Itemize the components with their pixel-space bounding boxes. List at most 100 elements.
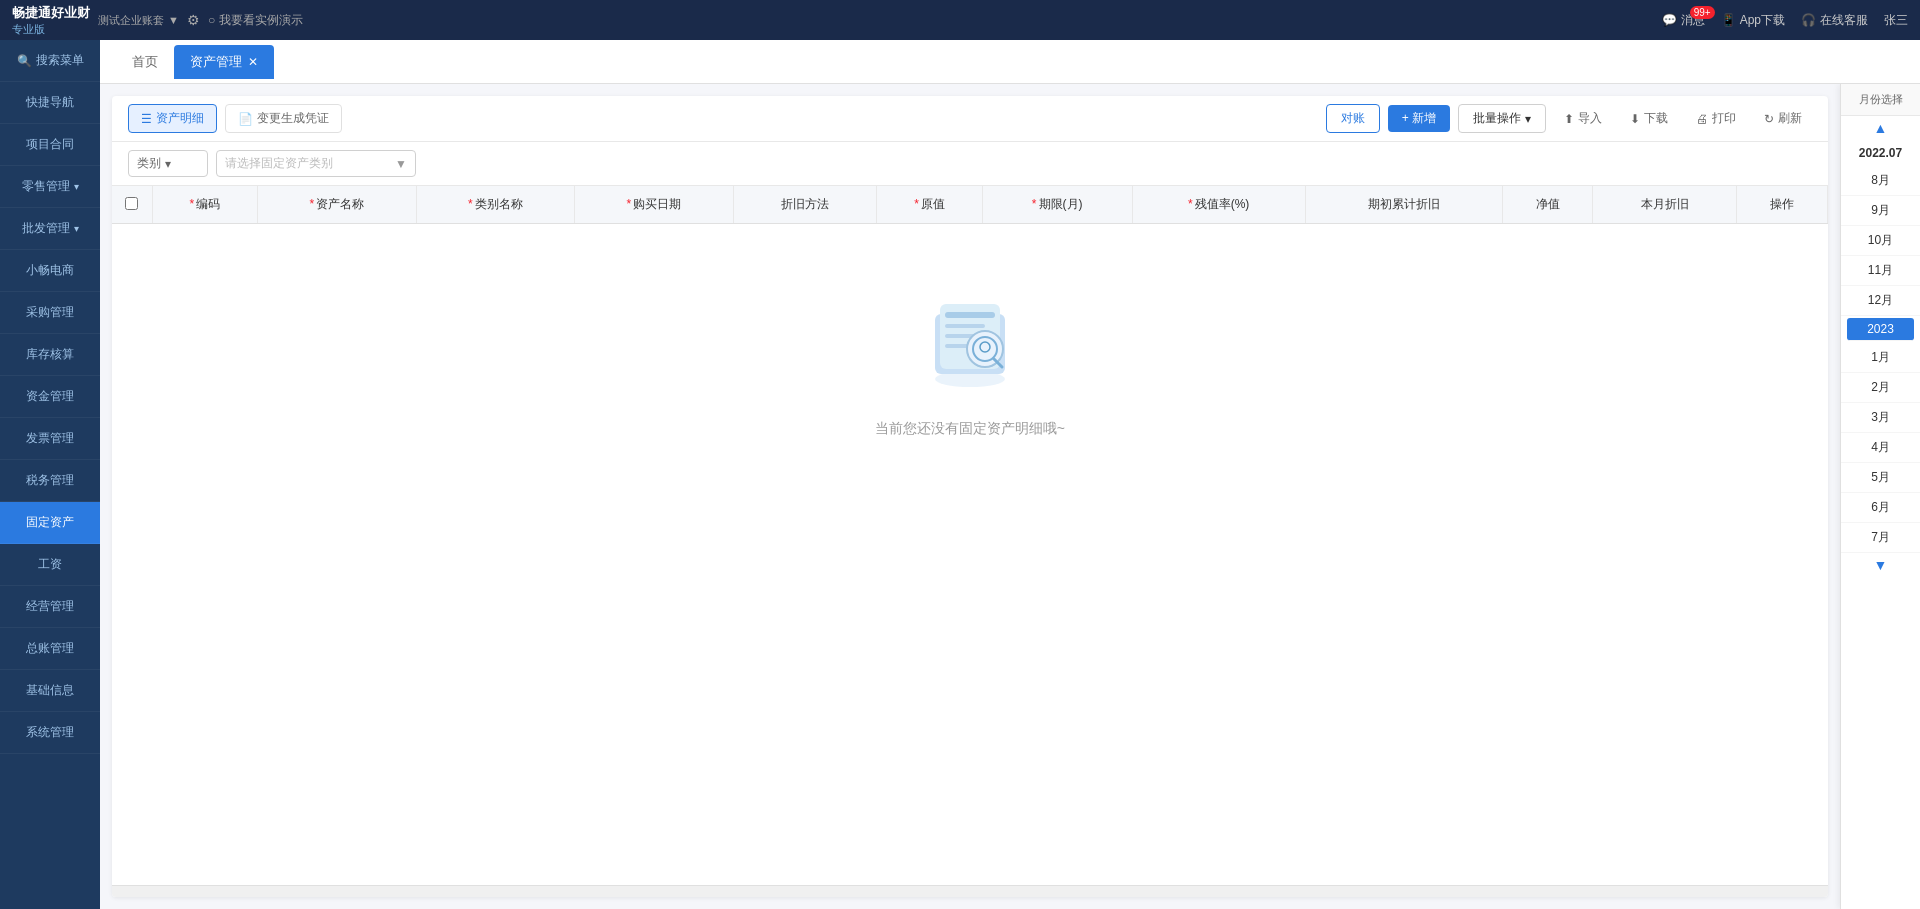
sidebar-item-project-contract[interactable]: 项目合同 bbox=[0, 124, 100, 166]
month-item-7[interactable]: 7月 bbox=[1841, 523, 1920, 553]
col-depreciation-method: 折旧方法 bbox=[733, 186, 877, 224]
select-all-header bbox=[112, 186, 152, 224]
dropdown-arrow-icon: ▼ bbox=[395, 157, 407, 171]
tab-asset-management[interactable]: 资产管理 ✕ bbox=[174, 45, 274, 79]
refresh-icon: ↻ bbox=[1764, 112, 1774, 126]
sidebar-item-base-info[interactable]: 基础信息 bbox=[0, 670, 100, 712]
month-item-4[interactable]: 4月 bbox=[1841, 433, 1920, 463]
sidebar-item-batch[interactable]: 批发管理 ▾ bbox=[0, 208, 100, 250]
add-button[interactable]: + 新增 bbox=[1388, 105, 1450, 132]
col-period: *期限(月) bbox=[982, 186, 1132, 224]
print-button[interactable]: 🖨 打印 bbox=[1686, 105, 1746, 132]
month-item-11[interactable]: 11月 bbox=[1841, 256, 1920, 286]
month-nav-up-button[interactable]: ▲ bbox=[1874, 120, 1888, 136]
col-purchase-date: *购买日期 bbox=[575, 186, 734, 224]
company-selector[interactable]: 测试企业账套 ▼ bbox=[98, 13, 179, 28]
month-picker-header: 月份选择 bbox=[1841, 84, 1920, 116]
table-container: *编码 *资产名称 *类别名称 *购买日期 折旧方法 *原值 *期限(月) *残… bbox=[112, 186, 1828, 885]
col-net-value: 净值 bbox=[1502, 186, 1593, 224]
sidebar-item-quick-nav[interactable]: 快捷导航 bbox=[0, 82, 100, 124]
download-icon: ⬇ bbox=[1630, 112, 1640, 126]
month-item-3[interactable]: 3月 bbox=[1841, 403, 1920, 433]
sidebar-item-finance[interactable]: 资金管理 bbox=[0, 376, 100, 418]
month-item-12[interactable]: 12月 bbox=[1841, 286, 1920, 316]
col-original-value: *原值 bbox=[877, 186, 982, 224]
settings-icon[interactable]: ⚙ bbox=[187, 12, 200, 28]
month-picker-panel: 月份选择 ▲ 2022.07 8月 9月 10月 11月 12月 2023 1月… bbox=[1840, 84, 1920, 909]
sidebar-item-purchase[interactable]: 采购管理 bbox=[0, 292, 100, 334]
select-all-checkbox[interactable] bbox=[125, 197, 138, 210]
message-button[interactable]: 💬 消息 99+ bbox=[1662, 12, 1705, 29]
reconcile-button[interactable]: 对账 bbox=[1326, 104, 1380, 133]
content-area: 首页 资产管理 ✕ ☰ 资产明细 bbox=[100, 40, 1920, 909]
tab-home[interactable]: 首页 bbox=[116, 45, 174, 79]
topbar-left: 畅捷通好业财 专业版 测试企业账套 ▼ ⚙ ○ 我要看实例演示 bbox=[12, 4, 303, 37]
main-panel: ☰ 资产明细 📄 变更生成凭证 对账 + 新增 bbox=[112, 96, 1828, 897]
download-button[interactable]: ⬇ 下载 bbox=[1620, 105, 1678, 132]
sidebar-item-tax[interactable]: 税务管理 bbox=[0, 460, 100, 502]
demo-link[interactable]: ○ 我要看实例演示 bbox=[208, 12, 303, 29]
user-avatar[interactable]: 张三 bbox=[1884, 12, 1908, 29]
tab-asset-detail[interactable]: ☰ 资产明细 bbox=[128, 104, 217, 133]
sidebar-item-payroll[interactable]: 工资 bbox=[0, 544, 100, 586]
filter-bar: 类别 ▾ 请选择固定资产类别 ▼ bbox=[112, 142, 1828, 186]
col-accumulated-dep: 期初累计折旧 bbox=[1305, 186, 1502, 224]
sidebar: 🔍 搜索菜单 快捷导航 项目合同 零售管理 ▾ 批发管理 ▾ 小畅电商 采购管理… bbox=[0, 40, 100, 909]
tab-close-icon[interactable]: ✕ bbox=[248, 55, 258, 69]
tab-change-voucher[interactable]: 📄 变更生成凭证 bbox=[225, 104, 342, 133]
page-content: ☰ 资产明细 📄 变更生成凭证 对账 + 新增 bbox=[100, 84, 1920, 909]
sub-tabs-left: ☰ 资产明细 📄 变更生成凭证 bbox=[128, 104, 342, 133]
sidebar-item-ecommerce[interactable]: 小畅电商 bbox=[0, 250, 100, 292]
month-nav-down: ▼ bbox=[1841, 553, 1920, 577]
brand-text: 畅捷通好业财 专业版 bbox=[12, 4, 90, 37]
month-item-8[interactable]: 8月 bbox=[1841, 166, 1920, 196]
current-year-display: 2022.07 bbox=[1841, 140, 1920, 166]
empty-message: 当前您还没有固定资产明细哦~ bbox=[875, 420, 1065, 438]
sidebar-item-invoice[interactable]: 发票管理 bbox=[0, 418, 100, 460]
chevron-down-icon: ▾ bbox=[74, 181, 79, 192]
empty-illustration bbox=[910, 284, 1030, 404]
month-item-2[interactable]: 2月 bbox=[1841, 373, 1920, 403]
col-name: *资产名称 bbox=[257, 186, 416, 224]
batch-ops-button[interactable]: 批量操作 ▾ bbox=[1458, 104, 1546, 133]
col-monthly-dep: 本月折旧 bbox=[1593, 186, 1737, 224]
print-icon: 🖨 bbox=[1696, 112, 1708, 126]
empty-state: 当前您还没有固定资产明细哦~ bbox=[112, 224, 1828, 498]
app-download-button[interactable]: 📱 App下载 bbox=[1721, 12, 1785, 29]
sidebar-item-fixed-assets[interactable]: 固定资产 bbox=[0, 502, 100, 544]
sidebar-item-inventory[interactable]: 库存核算 bbox=[0, 334, 100, 376]
category-type-select[interactable]: 类别 ▾ bbox=[128, 150, 208, 177]
sidebar-item-search[interactable]: 🔍 搜索菜单 bbox=[0, 40, 100, 82]
month-item-5[interactable]: 5月 bbox=[1841, 463, 1920, 493]
chevron-down-icon: ▾ bbox=[74, 223, 79, 234]
category-filter-input[interactable]: 请选择固定资产类别 ▼ bbox=[216, 150, 416, 177]
assets-table: *编码 *资产名称 *类别名称 *购买日期 折旧方法 *原值 *期限(月) *残… bbox=[112, 186, 1828, 498]
col-residual-rate: *残值率(%) bbox=[1132, 186, 1305, 224]
import-icon: ⬆ bbox=[1564, 112, 1574, 126]
svg-rect-4 bbox=[945, 324, 985, 328]
sidebar-item-operations[interactable]: 经营管理 bbox=[0, 586, 100, 628]
sidebar-item-ledger[interactable]: 总账管理 bbox=[0, 628, 100, 670]
sidebar-item-system[interactable]: 系统管理 bbox=[0, 712, 100, 754]
import-button[interactable]: ⬆ 导入 bbox=[1554, 105, 1612, 132]
month-nav-down-button[interactable]: ▼ bbox=[1874, 557, 1888, 573]
chevron-down-icon: ▾ bbox=[1525, 112, 1531, 126]
table-body: 当前您还没有固定资产明细哦~ bbox=[112, 224, 1828, 499]
sidebar-item-retail[interactable]: 零售管理 ▾ bbox=[0, 166, 100, 208]
topbar: 畅捷通好业财 专业版 测试企业账套 ▼ ⚙ ○ 我要看实例演示 💬 消息 99+… bbox=[0, 0, 1920, 40]
month-item-1[interactable]: 1月 bbox=[1841, 343, 1920, 373]
sub-tabs: ☰ 资产明细 📄 变更生成凭证 对账 + 新增 bbox=[112, 96, 1828, 142]
month-item-10[interactable]: 10月 bbox=[1841, 226, 1920, 256]
online-service-button[interactable]: 🎧 在线客服 bbox=[1801, 12, 1868, 29]
main-layout: 🔍 搜索菜单 快捷导航 项目合同 零售管理 ▾ 批发管理 ▾ 小畅电商 采购管理… bbox=[0, 40, 1920, 909]
message-badge: 99+ bbox=[1690, 6, 1715, 19]
month-item-6[interactable]: 6月 bbox=[1841, 493, 1920, 523]
refresh-button[interactable]: ↻ 刷新 bbox=[1754, 105, 1812, 132]
bottom-scrollbar[interactable] bbox=[112, 885, 1828, 897]
chevron-down-icon: ▾ bbox=[165, 157, 171, 171]
search-icon: 🔍 bbox=[17, 54, 32, 68]
topbar-right: 💬 消息 99+ 📱 App下载 🎧 在线客服 张三 bbox=[1662, 12, 1908, 29]
col-operation: 操作 bbox=[1737, 186, 1828, 224]
month-item-9[interactable]: 9月 bbox=[1841, 196, 1920, 226]
voucher-icon: 📄 bbox=[238, 112, 253, 126]
